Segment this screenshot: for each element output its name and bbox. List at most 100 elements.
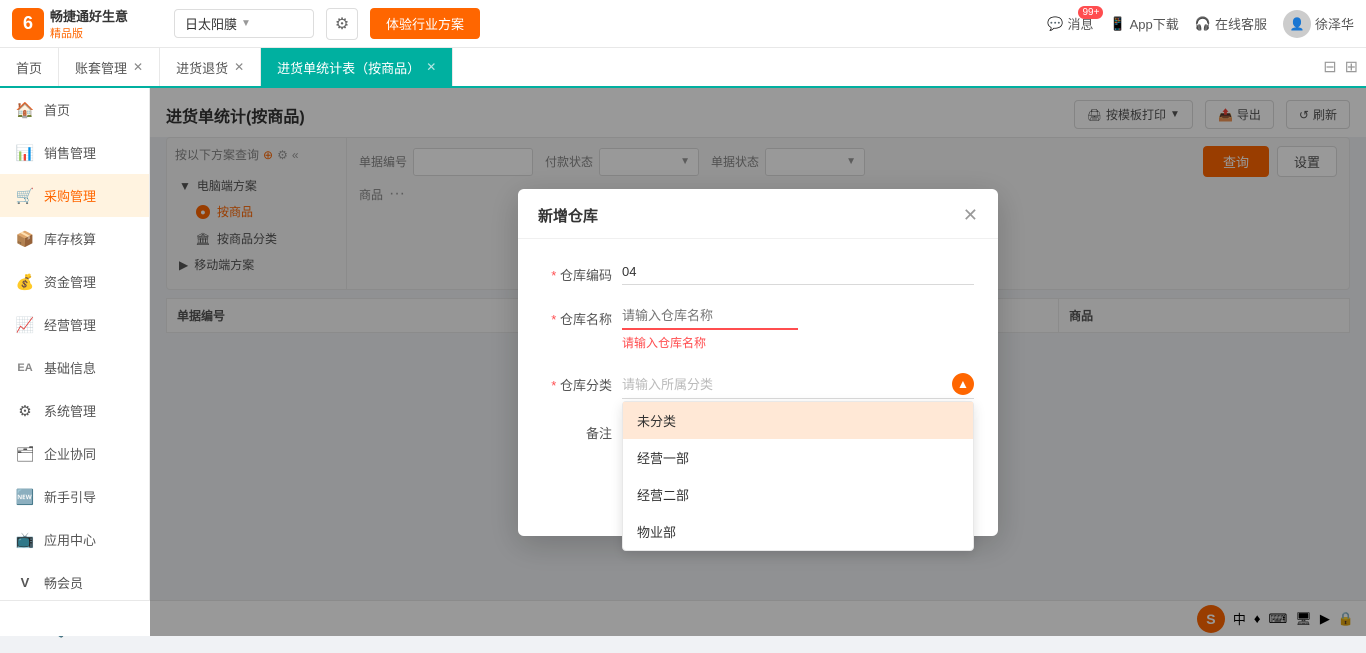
home-icon: 🏠 bbox=[16, 101, 34, 119]
name-label: * 仓库名称 bbox=[542, 303, 622, 328]
tab-purchase-stats-close[interactable]: ✕ bbox=[426, 60, 436, 74]
sidebar-item-system-label: 系统管理 bbox=[44, 401, 96, 420]
logo-text-block: 畅捷通好生意 精品版 bbox=[50, 6, 128, 41]
tab-account[interactable]: 账套管理 ✕ bbox=[59, 48, 160, 86]
top-right: 💬 消息 99+ 📱 App下载 🎧 在线客服 👤 徐泽华 bbox=[1047, 10, 1354, 38]
form-row-category: * 仓库分类 请输入所属分类 ▲ 未分类 经营一部 bbox=[542, 369, 974, 399]
app-download-label: App下载 bbox=[1130, 14, 1179, 33]
logo-text: 畅捷通好生意 bbox=[50, 6, 128, 25]
sidebar-item-member-label: 畅会员 bbox=[44, 573, 83, 592]
operations-icon: 📈 bbox=[16, 316, 34, 334]
finance-icon: 💰 bbox=[16, 273, 34, 291]
sales-icon: 📊 bbox=[16, 144, 34, 162]
store-dropdown-arrow: ▼ bbox=[241, 18, 251, 29]
modal-close-button[interactable]: ✕ bbox=[963, 205, 978, 226]
add-warehouse-modal: 新增仓库 ✕ * 仓库编码 bbox=[518, 189, 998, 536]
code-input[interactable] bbox=[622, 259, 974, 285]
sidebar: 🏠 首页 📊 销售管理 🛒 采购管理 📦 库存核算 💰 资金管理 📈 经营管理 … bbox=[0, 88, 150, 636]
sidebar-item-inventory[interactable]: 📦 库存核算 bbox=[0, 217, 149, 260]
top-bar: 6 畅捷通好生意 精品版 日太阳膜 ▼ ⚙ 体验行业方案 💬 消息 99+ 📱 … bbox=[0, 0, 1366, 48]
store-name: 日太阳膜 bbox=[185, 14, 237, 33]
sidebar-item-member[interactable]: V 畅会员 bbox=[0, 561, 149, 604]
purchase-icon: 🛒 bbox=[16, 187, 34, 205]
user-name: 徐泽华 bbox=[1315, 14, 1354, 33]
tab-purchase-return-close[interactable]: ✕ bbox=[234, 60, 244, 74]
sidebar-item-home[interactable]: 🏠 首页 bbox=[0, 88, 149, 131]
category-label: * 仓库分类 bbox=[542, 369, 622, 394]
sidebar-item-purchase[interactable]: 🛒 采购管理 bbox=[0, 174, 149, 217]
dropdown-item-uncategorized[interactable]: 未分类 bbox=[623, 402, 973, 439]
content-area: 进货单统计(按商品) 🖨 按模板打印 ▼ 📤 导出 ↺ 刷新 bbox=[150, 88, 1366, 636]
sidebar-item-app-center-label: 应用中心 bbox=[44, 530, 96, 549]
category-dropdown: 未分类 经营一部 经营二部 物业部 bbox=[622, 401, 974, 551]
tab-bar: 首页 账套管理 ✕ 进货退货 ✕ 进货单统计表（按商品） ✕ ⊟ ⊞ bbox=[0, 48, 1366, 88]
logo-icon: 6 bbox=[12, 8, 44, 40]
inventory-icon: 📦 bbox=[16, 230, 34, 248]
modal-title: 新增仓库 bbox=[538, 205, 598, 226]
sidebar-item-enterprise-label: 企业协同 bbox=[44, 444, 96, 463]
tab-purchase-return[interactable]: 进货退货 ✕ bbox=[160, 48, 261, 86]
member-icon: V bbox=[16, 574, 34, 592]
category-toggle-icon[interactable]: ▲ bbox=[952, 373, 974, 395]
code-input-wrap bbox=[622, 259, 974, 285]
message-icon: 💬 bbox=[1047, 16, 1063, 32]
tab-home[interactable]: 首页 bbox=[0, 48, 59, 86]
tab-expand-icon[interactable]: ⊞ bbox=[1345, 57, 1358, 77]
app-download-btn[interactable]: 📱 App下载 bbox=[1109, 14, 1178, 33]
form-row-code: * 仓库编码 bbox=[542, 259, 974, 285]
headset-icon: 🎧 bbox=[1195, 16, 1211, 32]
sidebar-item-newbie-label: 新手引导 bbox=[44, 487, 96, 506]
dropdown-item-dept1[interactable]: 经营一部 bbox=[623, 439, 973, 476]
basic-info-icon: EA bbox=[16, 359, 34, 377]
online-service-btn[interactable]: 🎧 在线客服 bbox=[1195, 14, 1267, 33]
user-area[interactable]: 👤 徐泽华 bbox=[1283, 10, 1354, 38]
system-icon: ⚙ bbox=[16, 402, 34, 420]
name-input-wrap bbox=[622, 303, 798, 330]
tab-account-close[interactable]: ✕ bbox=[133, 60, 143, 74]
sidebar-item-home-label: 首页 bbox=[44, 100, 70, 119]
sidebar-item-purchase-label: 采购管理 bbox=[44, 186, 96, 205]
trial-button[interactable]: 体验行业方案 bbox=[370, 8, 480, 39]
sidebar-item-sales[interactable]: 📊 销售管理 bbox=[0, 131, 149, 174]
logo-area: 6 畅捷通好生意 精品版 bbox=[12, 6, 162, 41]
store-selector[interactable]: 日太阳膜 ▼ bbox=[174, 9, 314, 38]
sidebar-item-system[interactable]: ⚙ 系统管理 bbox=[0, 389, 149, 432]
sidebar-item-finance-label: 资金管理 bbox=[44, 272, 96, 291]
sidebar-item-basic-info[interactable]: EA 基础信息 bbox=[0, 346, 149, 389]
settings-button[interactable]: ⚙ bbox=[326, 8, 358, 40]
category-select-wrap: 请输入所属分类 ▲ 未分类 经营一部 经营二部 物业部 bbox=[622, 369, 974, 399]
form-row-name: * 仓库名称 请输入仓库名称 bbox=[542, 303, 974, 351]
enterprise-icon: 🗂 bbox=[16, 445, 34, 463]
sidebar-item-basic-info-label: 基础信息 bbox=[44, 358, 96, 377]
sidebar-item-enterprise[interactable]: 🗂 企业协同 bbox=[0, 432, 149, 475]
required-mark: * bbox=[551, 268, 556, 283]
newbie-icon: 🆕 bbox=[16, 488, 34, 506]
sidebar-item-sales-label: 销售管理 bbox=[44, 143, 96, 162]
modal-overlay: 新增仓库 ✕ * 仓库编码 bbox=[150, 88, 1366, 636]
sidebar-item-newbie[interactable]: 🆕 新手引导 bbox=[0, 475, 149, 518]
sidebar-item-operations[interactable]: 📈 经营管理 bbox=[0, 303, 149, 346]
category-select-box[interactable]: 请输入所属分类 bbox=[622, 369, 974, 399]
tab-purchase-return-label: 进货退货 bbox=[176, 58, 228, 77]
name-error-msg: 请输入仓库名称 bbox=[622, 334, 706, 351]
dropdown-item-property[interactable]: 物业部 bbox=[623, 513, 973, 550]
sidebar-item-inventory-label: 库存核算 bbox=[44, 229, 96, 248]
online-service-label: 在线客服 bbox=[1215, 14, 1267, 33]
logo-badge: 精品版 bbox=[50, 25, 128, 41]
category-placeholder: 请输入所属分类 bbox=[622, 374, 713, 393]
tab-purchase-stats[interactable]: 进货单统计表（按商品） ✕ bbox=[261, 48, 453, 86]
tab-purchase-stats-label: 进货单统计表（按商品） bbox=[277, 58, 420, 77]
app-icon: 📱 bbox=[1109, 16, 1125, 32]
name-input[interactable] bbox=[622, 303, 798, 330]
app-center-icon: 📺 bbox=[16, 531, 34, 549]
notification-area[interactable]: 💬 消息 99+ bbox=[1047, 14, 1093, 33]
code-label: * 仓库编码 bbox=[542, 259, 622, 284]
sidebar-item-finance[interactable]: 💰 资金管理 bbox=[0, 260, 149, 303]
tab-collapse-icon[interactable]: ⊟ bbox=[1323, 57, 1336, 77]
modal-body: * 仓库编码 * 仓库名称 bbox=[518, 239, 998, 477]
dropdown-item-dept2[interactable]: 经营二部 bbox=[623, 476, 973, 513]
tab-controls: ⊟ ⊞ bbox=[1315, 57, 1366, 77]
modal-header: 新增仓库 ✕ bbox=[518, 189, 998, 239]
sidebar-item-app-center[interactable]: 📺 应用中心 bbox=[0, 518, 149, 561]
user-avatar: 👤 bbox=[1283, 10, 1311, 38]
